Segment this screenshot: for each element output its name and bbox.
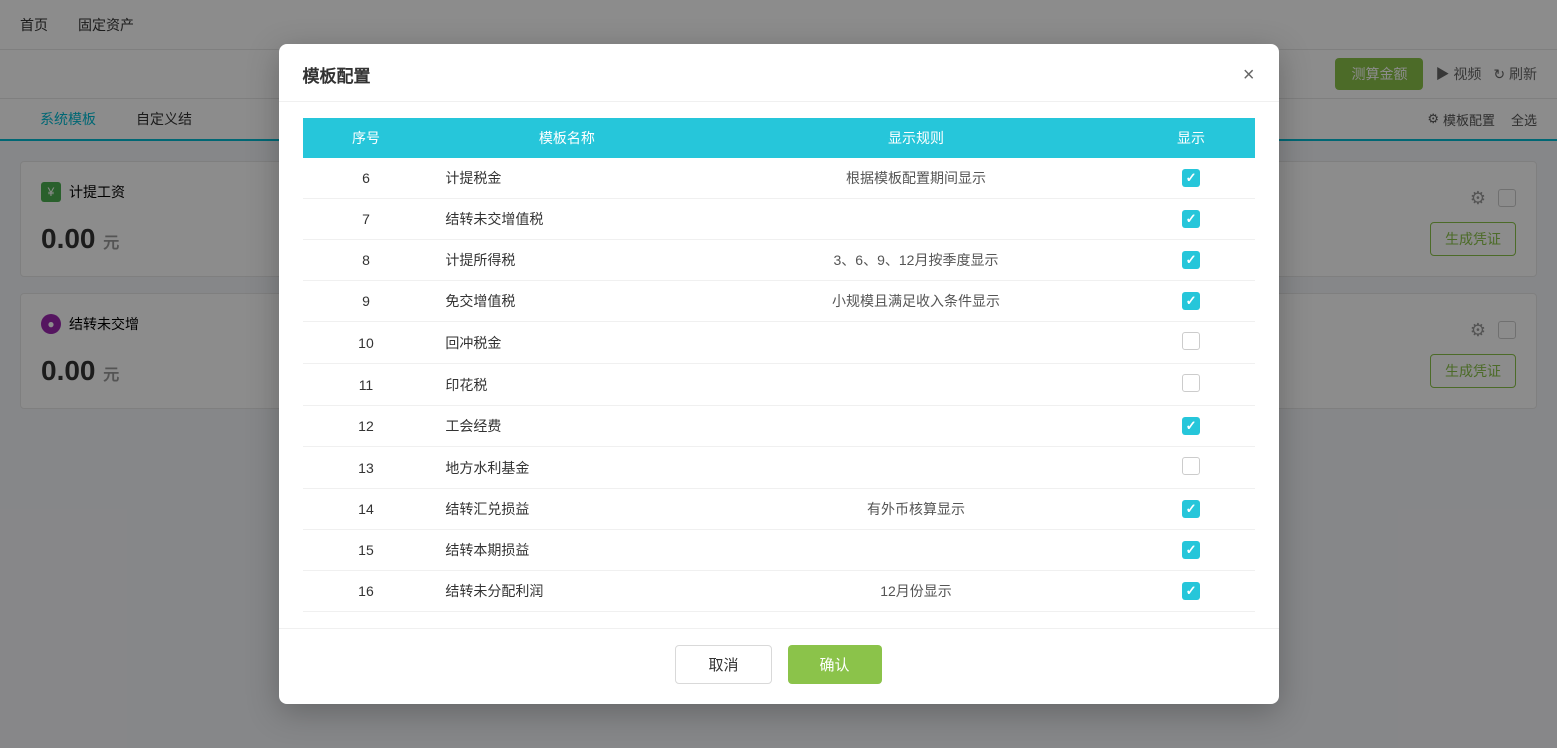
modal-body: 序号 模板名称 显示规则 显示 6计提税金根据模板配置期间显示7结转未交增值税8… — [279, 102, 1279, 628]
row-name: 印花税 — [429, 364, 704, 406]
row-checkbox[interactable] — [1182, 210, 1200, 228]
table-row: 12工会经费 — [303, 406, 1255, 447]
row-rule: 3、6、9、12月按季度显示 — [704, 240, 1127, 281]
row-name: 计提所得税 — [429, 240, 704, 281]
row-index: 12 — [303, 406, 430, 447]
row-name: 地方水利基金 — [429, 447, 704, 489]
row-index: 6 — [303, 158, 430, 199]
row-rule — [704, 199, 1127, 240]
row-rule: 12月份显示 — [704, 571, 1127, 612]
row-name: 结转未交增值税 — [429, 199, 704, 240]
row-name: 回冲税金 — [429, 322, 704, 364]
row-index: 16 — [303, 571, 430, 612]
config-table: 序号 模板名称 显示规则 显示 6计提税金根据模板配置期间显示7结转未交增值税8… — [303, 118, 1255, 612]
row-rule — [704, 447, 1127, 489]
row-checkbox[interactable] — [1182, 500, 1200, 518]
table-body: 6计提税金根据模板配置期间显示7结转未交增值税8计提所得税3、6、9、12月按季… — [303, 158, 1255, 612]
table-row: 11印花税 — [303, 364, 1255, 406]
row-checkbox[interactable] — [1182, 541, 1200, 559]
table-row: 16结转未分配利润12月份显示 — [303, 571, 1255, 612]
row-checkbox[interactable] — [1182, 169, 1200, 187]
col-header-rule: 显示规则 — [704, 118, 1127, 158]
table-row: 9免交增值税小规模且满足收入条件显示 — [303, 281, 1255, 322]
row-checkbox-cell — [1128, 281, 1255, 322]
row-index: 14 — [303, 489, 430, 530]
row-checkbox-cell — [1128, 322, 1255, 364]
table-row: 13地方水利基金 — [303, 447, 1255, 489]
row-checkbox-cell — [1128, 406, 1255, 447]
row-checkbox[interactable] — [1182, 251, 1200, 269]
row-checkbox-cell — [1128, 240, 1255, 281]
table-scroll-container[interactable]: 序号 模板名称 显示规则 显示 6计提税金根据模板配置期间显示7结转未交增值税8… — [303, 118, 1255, 612]
row-name: 免交增值税 — [429, 281, 704, 322]
row-checkbox[interactable] — [1182, 374, 1200, 392]
row-name: 结转汇兑损益 — [429, 489, 704, 530]
table-header: 序号 模板名称 显示规则 显示 — [303, 118, 1255, 158]
row-checkbox-cell — [1128, 530, 1255, 571]
row-index: 15 — [303, 530, 430, 571]
modal-title: 模板配置 — [303, 62, 371, 87]
table-row: 15结转本期损益 — [303, 530, 1255, 571]
row-checkbox[interactable] — [1182, 292, 1200, 310]
modal-header: 模板配置 × — [279, 44, 1279, 102]
row-index: 11 — [303, 364, 430, 406]
row-name: 工会经费 — [429, 406, 704, 447]
row-checkbox-cell — [1128, 364, 1255, 406]
row-index: 9 — [303, 281, 430, 322]
row-checkbox[interactable] — [1182, 582, 1200, 600]
row-checkbox-cell — [1128, 158, 1255, 199]
table-row: 6计提税金根据模板配置期间显示 — [303, 158, 1255, 199]
row-rule: 小规模且满足收入条件显示 — [704, 281, 1127, 322]
cancel-button[interactable]: 取消 — [675, 645, 771, 684]
row-checkbox-cell — [1128, 489, 1255, 530]
row-rule — [704, 322, 1127, 364]
table-row: 7结转未交增值税 — [303, 199, 1255, 240]
row-checkbox[interactable] — [1182, 332, 1200, 350]
row-checkbox-cell — [1128, 571, 1255, 612]
row-checkbox[interactable] — [1182, 457, 1200, 475]
row-rule: 根据模板配置期间显示 — [704, 158, 1127, 199]
row-name: 计提税金 — [429, 158, 704, 199]
row-name: 结转未分配利润 — [429, 571, 704, 612]
row-checkbox-cell — [1128, 199, 1255, 240]
row-name: 结转本期损益 — [429, 530, 704, 571]
table-row: 8计提所得税3、6、9、12月按季度显示 — [303, 240, 1255, 281]
col-header-name: 模板名称 — [429, 118, 704, 158]
row-index: 7 — [303, 199, 430, 240]
row-rule — [704, 406, 1127, 447]
table-row: 14结转汇兑损益有外币核算显示 — [303, 489, 1255, 530]
modal-template-config: 模板配置 × 序号 模板名称 显示规则 显示 6计提税金根据模板配置期间显 — [279, 44, 1279, 704]
row-rule: 有外币核算显示 — [704, 489, 1127, 530]
row-rule — [704, 530, 1127, 571]
table-row: 10回冲税金 — [303, 322, 1255, 364]
row-checkbox[interactable] — [1182, 417, 1200, 435]
modal-footer: 取消 确认 — [279, 628, 1279, 704]
row-index: 13 — [303, 447, 430, 489]
col-header-index: 序号 — [303, 118, 430, 158]
modal-close-button[interactable]: × — [1243, 65, 1255, 85]
row-rule — [704, 364, 1127, 406]
row-index: 10 — [303, 322, 430, 364]
modal-overlay: 模板配置 × 序号 模板名称 显示规则 显示 6计提税金根据模板配置期间显 — [0, 0, 1557, 748]
col-header-show: 显示 — [1128, 118, 1255, 158]
confirm-button[interactable]: 确认 — [788, 645, 882, 684]
row-checkbox-cell — [1128, 447, 1255, 489]
row-index: 8 — [303, 240, 430, 281]
